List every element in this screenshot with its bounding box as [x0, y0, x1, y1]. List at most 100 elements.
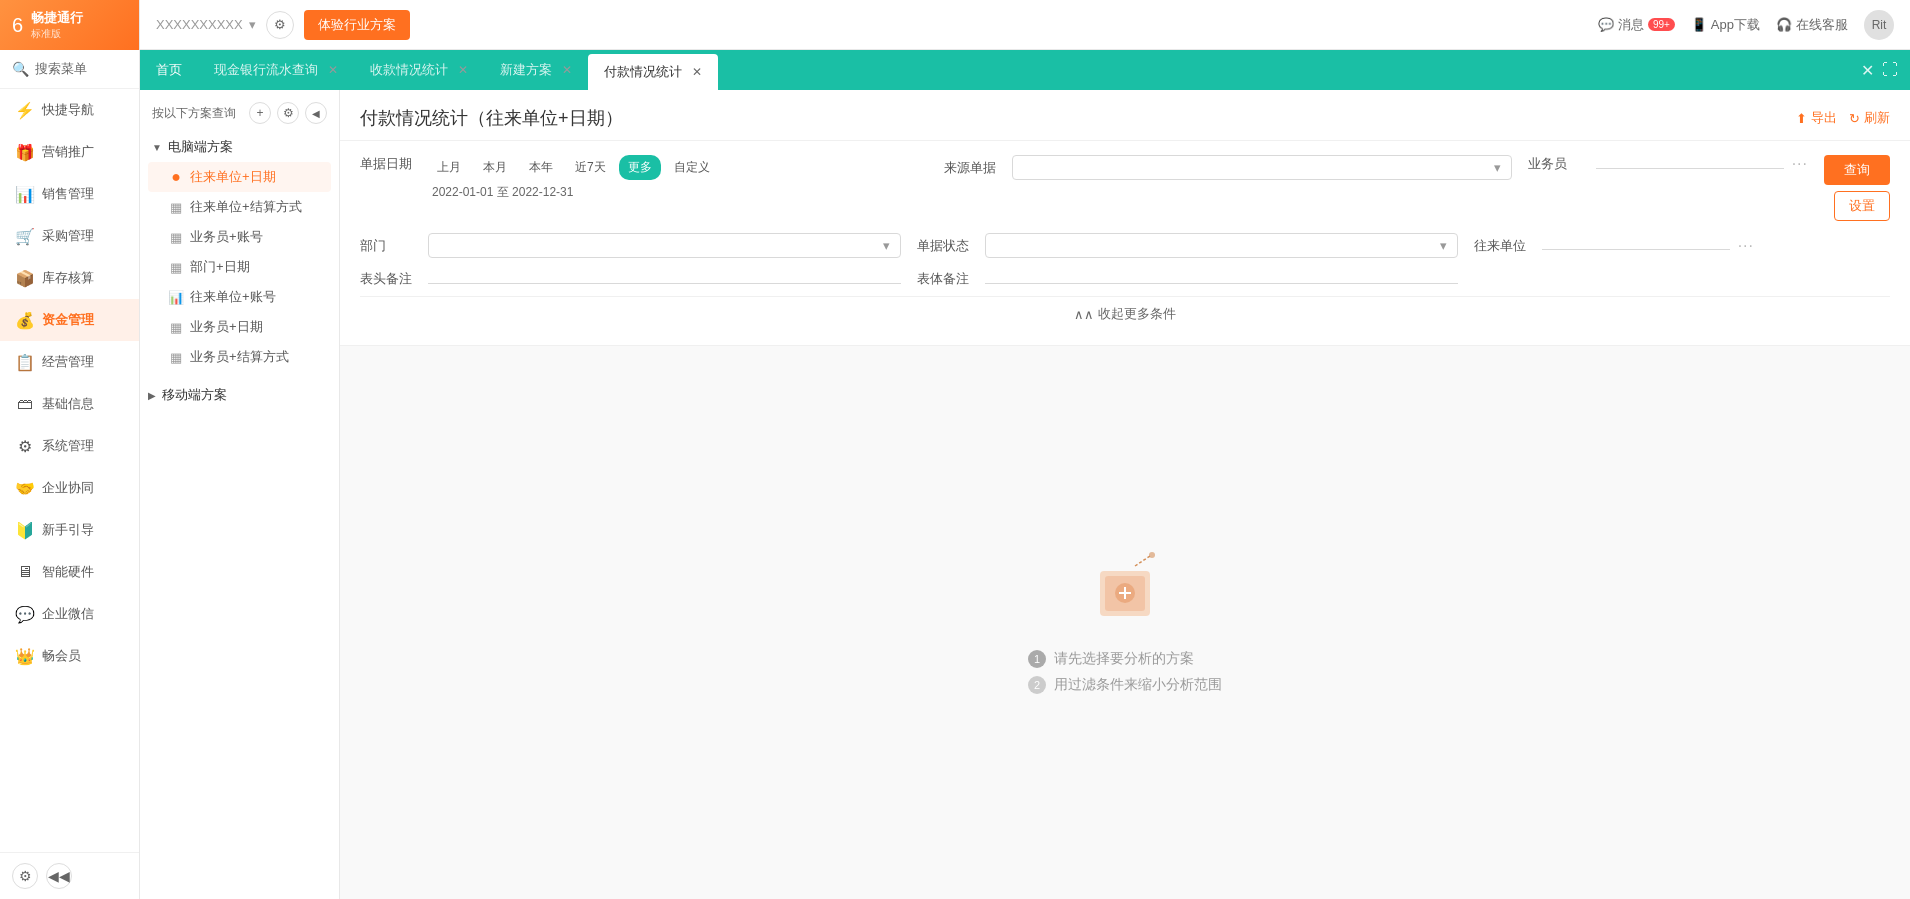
quick-icon: ⚡ [16, 101, 34, 119]
search-menu[interactable]: 🔍 搜索菜单 [0, 50, 139, 89]
sidebar-item-member[interactable]: 👑 畅会员 [0, 635, 139, 677]
scheme-settings-btn[interactable]: ⚙ [277, 102, 299, 124]
tab-receipts-close[interactable]: ✕ [458, 63, 468, 77]
scheme-staff-account[interactable]: ▦ 业务员+账号 [148, 222, 331, 252]
online-service-btn[interactable]: 🎧 在线客服 [1776, 16, 1848, 34]
messages-btn[interactable]: 💬 消息 99+ [1598, 16, 1675, 34]
dept-select[interactable]: ▾ [428, 233, 901, 258]
scheme-dept-date[interactable]: ▦ 部门+日期 [148, 252, 331, 282]
sidebar-item-inventory[interactable]: 📦 库存核算 [0, 257, 139, 299]
tab-bank[interactable]: 现金银行流水查询 ✕ [198, 50, 354, 90]
header-note-input[interactable] [428, 275, 901, 284]
sidebar-item-hardware[interactable]: 🖥 智能硬件 [0, 551, 139, 593]
company-name: XXXXXXXXXX [156, 17, 243, 32]
app-logo: 6 畅捷通行 标准版 [0, 0, 139, 50]
hardware-icon: 🖥 [16, 563, 34, 581]
filter-row-2: 部门 ▾ 单据状态 ▾ 往来单位 [360, 233, 1890, 258]
date-btn-last-month[interactable]: 上月 [428, 155, 470, 180]
tab-payments[interactable]: 付款情况统计 ✕ [588, 54, 718, 90]
filter-settings-button[interactable]: 设置 [1834, 191, 1890, 221]
tip-num-2: 2 [1028, 676, 1046, 694]
source-chevron-icon: ▾ [1494, 160, 1501, 175]
tab-expand-icon[interactable]: ⛶ [1882, 61, 1898, 79]
collapse-left-btn[interactable]: ◀ [305, 102, 327, 124]
unit-label: 往来单位 [1474, 237, 1534, 255]
date-btn-this-month[interactable]: 本月 [474, 155, 516, 180]
add-scheme-btn[interactable]: + [249, 102, 271, 124]
sidebar-item-basic[interactable]: 🗃 基础信息 [0, 383, 139, 425]
sidebar-item-guide[interactable]: 🔰 新手引导 [0, 509, 139, 551]
date-btn-7days[interactable]: 近7天 [566, 155, 615, 180]
tab-bank-close[interactable]: ✕ [328, 63, 338, 77]
tab-new-close[interactable]: ✕ [562, 63, 572, 77]
staff-input[interactable] [1596, 160, 1784, 169]
page-header: 付款情况统计（往来单位+日期） ⬆ 导出 ↻ 刷新 [340, 90, 1910, 141]
tab-home[interactable]: 首页 [140, 50, 198, 90]
tab-receipts[interactable]: 收款情况统计 ✕ [354, 50, 484, 90]
refresh-icon: ↻ [1849, 111, 1860, 126]
pc-schemes-title[interactable]: ▼ 电脑端方案 [148, 132, 331, 162]
header-note-group: 表头备注 [360, 270, 901, 288]
refresh-btn[interactable]: ↻ 刷新 [1849, 109, 1890, 127]
tab-new[interactable]: 新建方案 ✕ [484, 50, 588, 90]
marketing-icon: 🎁 [16, 143, 34, 161]
app-download-btn[interactable]: 📱 App下载 [1691, 16, 1760, 34]
sidebar-item-sales[interactable]: 📊 销售管理 [0, 173, 139, 215]
scheme-icon-3: ▦ [168, 259, 184, 275]
tab-payments-close[interactable]: ✕ [692, 65, 702, 79]
tab-bar-actions: ✕ ⛶ [1849, 50, 1910, 90]
body-note-input[interactable] [985, 275, 1458, 284]
mobile-expand-icon: ▶ [148, 390, 156, 401]
staff-more-icon[interactable]: ··· [1792, 155, 1808, 173]
operations-icon: 📋 [16, 353, 34, 371]
download-icon: 📱 [1691, 17, 1707, 32]
scheme-staff-settle[interactable]: ▦ 业务员+结算方式 [148, 342, 331, 372]
query-button[interactable]: 查询 [1824, 155, 1890, 185]
sidebar-item-wechat[interactable]: 💬 企业微信 [0, 593, 139, 635]
date-btn-this-year[interactable]: 本年 [520, 155, 562, 180]
wechat-icon: 💬 [16, 605, 34, 623]
settings-footer-btn[interactable]: ⚙ [12, 863, 38, 889]
chevron-down-icon: ▾ [249, 17, 256, 32]
content-area: 按以下方案查询 + ⚙ ◀ ▼ 电脑端方案 ● 往来单位+日期 ▦ [140, 90, 1910, 899]
unit-more-icon[interactable]: ··· [1738, 237, 1754, 255]
scheme-icon-2: ▦ [168, 229, 184, 245]
dept-label: 部门 [360, 237, 420, 255]
unit-input[interactable] [1542, 241, 1730, 250]
mobile-schemes-title[interactable]: ▶ 移动端方案 [140, 380, 339, 410]
sidebar-item-quick[interactable]: ⚡ 快捷导航 [0, 89, 139, 131]
sidebar-item-purchase[interactable]: 🛒 采购管理 [0, 215, 139, 257]
date-btn-custom[interactable]: 自定义 [665, 155, 719, 180]
svg-line-5 [1135, 556, 1150, 566]
scheme-unit-date[interactable]: ● 往来单位+日期 [148, 162, 331, 192]
scheme-unit-settle[interactable]: ▦ 往来单位+结算方式 [148, 192, 331, 222]
collapse-sidebar-btn[interactable]: ◀◀ [46, 863, 72, 889]
sidebar-item-funds[interactable]: 💰 资金管理 [0, 299, 139, 341]
collapse-filters-btn[interactable]: ∧∧ 收起更多条件 [360, 296, 1890, 331]
sidebar-item-enterprise[interactable]: 🤝 企业协同 [0, 467, 139, 509]
page-actions: ⬆ 导出 ↻ 刷新 [1796, 109, 1890, 127]
company-selector[interactable]: XXXXXXXXXX ▾ [156, 17, 256, 32]
header-right: 💬 消息 99+ 📱 App下载 🎧 在线客服 Rit [1598, 10, 1894, 40]
filter-row-3: 表头备注 表体备注 [360, 270, 1890, 288]
status-select[interactable]: ▾ [985, 233, 1458, 258]
header-settings-btn[interactable]: ⚙ [266, 11, 294, 39]
source-select[interactable]: ▾ [1012, 155, 1512, 180]
sidebar-item-marketing[interactable]: 🎁 营销推广 [0, 131, 139, 173]
trial-button[interactable]: 体验行业方案 [304, 10, 410, 40]
header-note-label: 表头备注 [360, 270, 420, 288]
export-btn[interactable]: ⬆ 导出 [1796, 109, 1837, 127]
sidebar-item-operations[interactable]: 📋 经营管理 [0, 341, 139, 383]
empty-illustration [1075, 551, 1175, 634]
date-btn-more[interactable]: 更多 [619, 155, 661, 180]
user-avatar[interactable]: Rit [1864, 10, 1894, 40]
top-header: XXXXXXXXXX ▾ ⚙ 体验行业方案 💬 消息 99+ 📱 App下载 🎧… [140, 0, 1910, 50]
collapse-up-icon: ∧∧ [1074, 307, 1094, 322]
sidebar-item-system[interactable]: ⚙ 系统管理 [0, 425, 139, 467]
scheme-icon-6: ▦ [168, 349, 184, 365]
tab-close-all-icon[interactable]: ✕ [1861, 61, 1874, 80]
scheme-staff-date[interactable]: ▦ 业务员+日期 [148, 312, 331, 342]
scheme-unit-account[interactable]: 📊 往来单位+账号 [148, 282, 331, 312]
body-note-group: 表体备注 [917, 270, 1458, 288]
active-scheme-icon: ● [168, 169, 184, 185]
